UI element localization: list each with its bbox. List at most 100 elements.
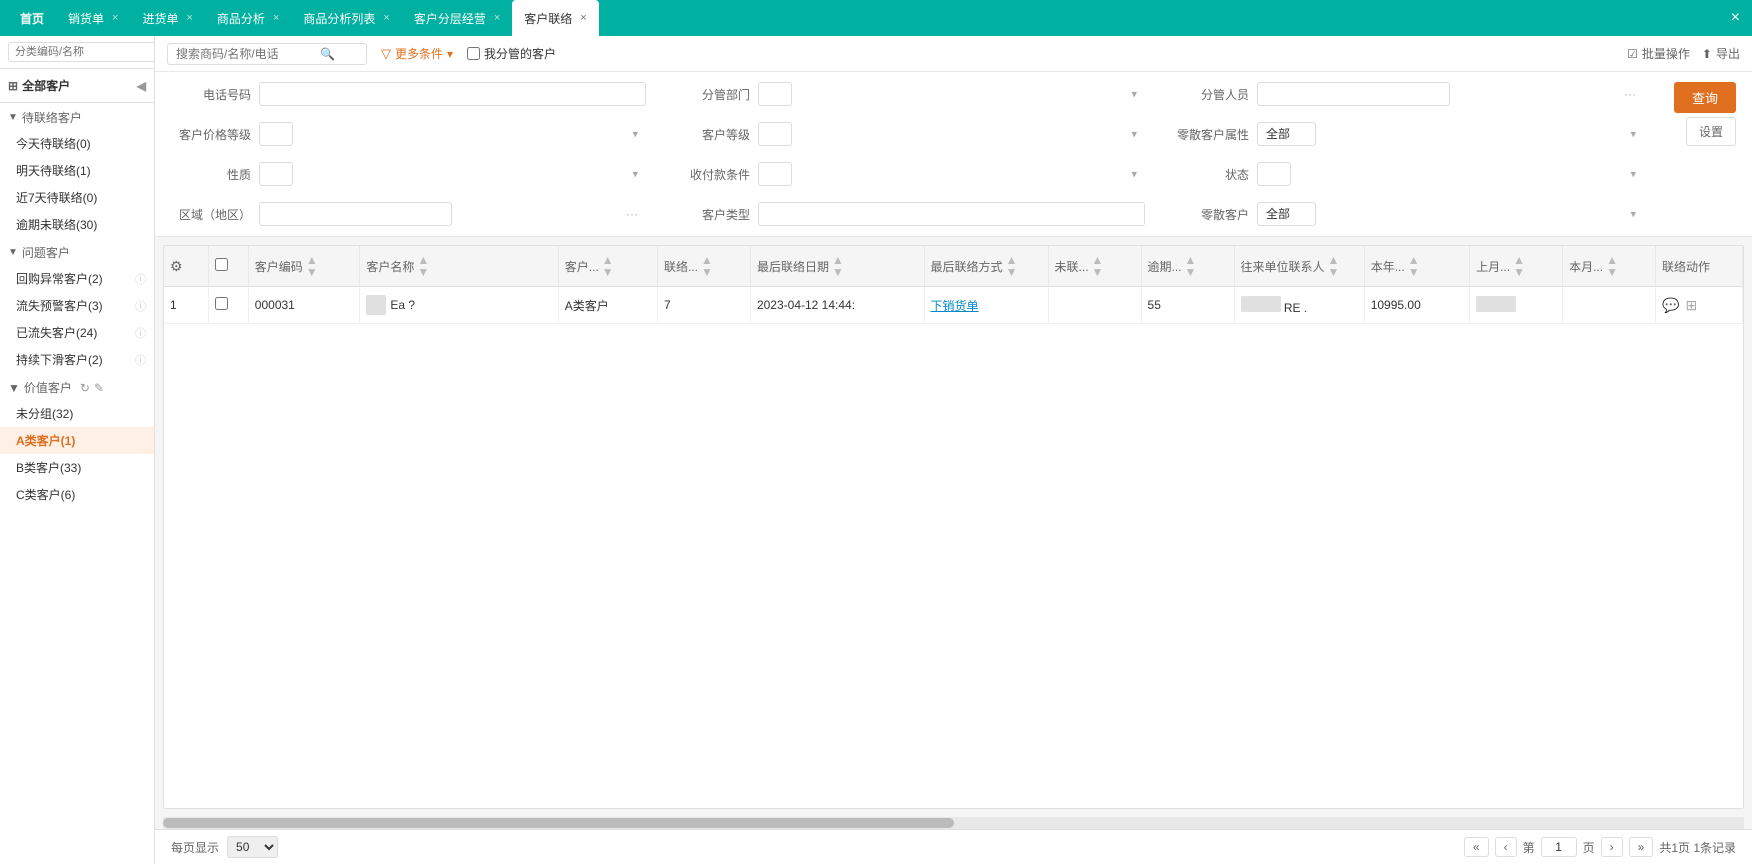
last-page-button[interactable]: »	[1629, 837, 1654, 857]
payment-select[interactable]	[758, 162, 792, 186]
status-field: 状态	[1169, 162, 1644, 186]
filter-form: 电话号码 分管部门	[155, 72, 1752, 237]
sidebar-item-c-class[interactable]: C类客户(6)	[0, 481, 154, 508]
edit-icon[interactable]: ✎	[94, 381, 104, 395]
scatter-attr-label: 零散客户属性	[1169, 126, 1249, 143]
sidebar-item-ungrouped[interactable]: 未分组(32)	[0, 400, 154, 427]
phone-input[interactable]	[259, 82, 646, 106]
week-label: 近7天待联络(0)	[16, 189, 146, 206]
sort-lastdate-icon[interactable]: ▲▼	[832, 254, 844, 278]
row-checkbox[interactable]	[215, 297, 228, 310]
close-product-analysis-icon[interactable]: ×	[273, 12, 279, 24]
close-customer-layer-icon[interactable]: ×	[494, 12, 500, 24]
tab-home[interactable]: 首页	[8, 0, 56, 36]
sort-thismonth-icon[interactable]: ▲▼	[1606, 254, 1618, 278]
tab-product-analysis[interactable]: 商品分析 ×	[205, 0, 291, 36]
tab-purchase[interactable]: 进货单 ×	[130, 0, 204, 36]
horizontal-scrollbar[interactable]	[163, 817, 1744, 829]
filter-row-3: 性质 收付款条件	[171, 162, 1644, 186]
close-customer-contact-icon[interactable]: ×	[580, 12, 586, 24]
page-label: 第	[1523, 839, 1535, 856]
customer-level-select[interactable]	[758, 122, 792, 146]
sidebar-item-tomorrow[interactable]: 明天待联络(1)	[0, 157, 154, 184]
qr-icon[interactable]: ⊞	[1685, 297, 1697, 314]
sidebar-item-week[interactable]: 近7天待联络(0)	[0, 184, 154, 211]
dept-select[interactable]	[758, 82, 792, 106]
churn-warn-info-icon: ⓘ	[135, 298, 146, 314]
sidebar-item-rebuy[interactable]: 回购异常客户(2) ⓘ	[0, 265, 154, 292]
sort-contact-icon[interactable]: ▲▼	[701, 254, 713, 278]
unit-text: RE .	[1284, 301, 1307, 315]
close-sales-icon[interactable]: ×	[112, 12, 118, 24]
region-field: 区域（地区）	[171, 202, 646, 226]
close-all-button[interactable]: ×	[1731, 9, 1740, 27]
settings-button[interactable]: 设置	[1686, 117, 1736, 146]
tab-customer-contact[interactable]: 客户联络 ×	[512, 0, 598, 36]
sort-type-icon[interactable]: ▲▼	[602, 254, 614, 278]
scatter-attr-select[interactable]: 全部	[1257, 122, 1316, 146]
price-level-label: 客户价格等级	[171, 126, 251, 143]
query-button[interactable]: 查询	[1674, 82, 1736, 113]
filter-label: 更多条件	[395, 45, 443, 62]
sort-thisyear-icon[interactable]: ▲▼	[1408, 254, 1420, 278]
main-search-input[interactable]	[176, 47, 316, 61]
sort-code-icon[interactable]: ▲▼	[306, 254, 318, 278]
batch-op-button[interactable]: ☑ 批量操作	[1627, 45, 1690, 62]
export-button[interactable]: ⬆ 导出	[1702, 45, 1740, 62]
problem-customer-section: ▼ 问题客户	[0, 238, 154, 265]
sidebar-search-input[interactable]	[8, 42, 155, 62]
refresh-icon[interactable]: ↻	[80, 381, 90, 395]
tab-sales[interactable]: 销货单 ×	[56, 0, 130, 36]
collapse-sidebar-button[interactable]: ◀	[137, 79, 146, 93]
sidebar-item-churn-warn[interactable]: 流失预警客户(3) ⓘ	[0, 292, 154, 319]
sort-unit-icon[interactable]: ▲▼	[1328, 254, 1340, 278]
sidebar-item-b-class[interactable]: B类客户(33)	[0, 454, 154, 481]
more-filter-button[interactable]: ▽ 更多条件 ▾	[375, 42, 459, 65]
close-product-analysis-list-icon[interactable]: ×	[383, 12, 389, 24]
table-row: 1 000031 Ea ? A类客户 7 2	[164, 287, 1743, 324]
payment-wrapper	[758, 162, 1145, 186]
th-overdue: 逾期... ▲▼	[1141, 246, 1234, 287]
main-search-icon[interactable]: 🔍	[320, 47, 335, 61]
phone-label: 电话号码	[171, 86, 251, 103]
sort-lastmonth-icon[interactable]: ▲▼	[1513, 254, 1525, 278]
customer-type-input[interactable]	[758, 202, 1145, 226]
page-number-input[interactable]	[1541, 837, 1577, 857]
region-input[interactable]	[259, 202, 452, 226]
scroll-thumb[interactable]	[163, 818, 954, 828]
sort-uncontact-icon[interactable]: ▲▼	[1092, 254, 1104, 278]
all-customers-label: 全部客户	[22, 77, 70, 94]
row-overdue: 55	[1141, 287, 1234, 324]
price-level-select[interactable]	[259, 122, 293, 146]
sort-name-icon[interactable]: ▲▼	[417, 254, 429, 278]
prev-page-button[interactable]: ‹	[1495, 837, 1517, 857]
gear-icon[interactable]: ⚙	[170, 258, 183, 274]
customer-type-label: 客户类型	[670, 206, 750, 223]
sort-overdue-icon[interactable]: ▲▼	[1185, 254, 1197, 278]
lastway-link[interactable]: 下销货单	[931, 299, 979, 313]
person-field: 分管人员	[1169, 82, 1644, 106]
sidebar-item-declining[interactable]: 持续下滑客户(2) ⓘ	[0, 346, 154, 373]
person-input[interactable]	[1257, 82, 1450, 106]
next-page-button[interactable]: ›	[1601, 837, 1623, 857]
close-purchase-icon[interactable]: ×	[186, 12, 192, 24]
my-customers-check[interactable]: 我分管的客户	[467, 45, 556, 62]
per-page-select[interactable]: 50 100 200	[227, 836, 278, 858]
sidebar-item-today[interactable]: 今天待联络(0)	[0, 130, 154, 157]
all-customers-header[interactable]: ⊞ 全部客户 ◀	[0, 69, 154, 103]
status-select[interactable]	[1257, 162, 1291, 186]
sidebar-item-churned[interactable]: 已流失客户(24) ⓘ	[0, 319, 154, 346]
sort-lastway-icon[interactable]: ▲▼	[1006, 254, 1018, 278]
th-uncontact-label: 未联...	[1055, 258, 1089, 275]
first-page-button[interactable]: «	[1464, 837, 1489, 857]
sidebar-item-overdue[interactable]: 逾期未联络(30)	[0, 211, 154, 238]
nature-select[interactable]	[259, 162, 293, 186]
select-all-checkbox[interactable]	[215, 258, 228, 271]
sidebar-item-a-class[interactable]: A类客户(1)	[0, 427, 154, 454]
tab-customer-layer[interactable]: 客户分层经营 ×	[402, 0, 512, 36]
my-customers-checkbox[interactable]	[467, 47, 480, 60]
scatter-customer-select[interactable]: 全部	[1257, 202, 1316, 226]
tab-product-analysis-list[interactable]: 商品分析列表 ×	[291, 0, 401, 36]
contact-icon[interactable]: 💬	[1662, 297, 1679, 314]
value-customer-label: 价值客户	[24, 379, 72, 396]
